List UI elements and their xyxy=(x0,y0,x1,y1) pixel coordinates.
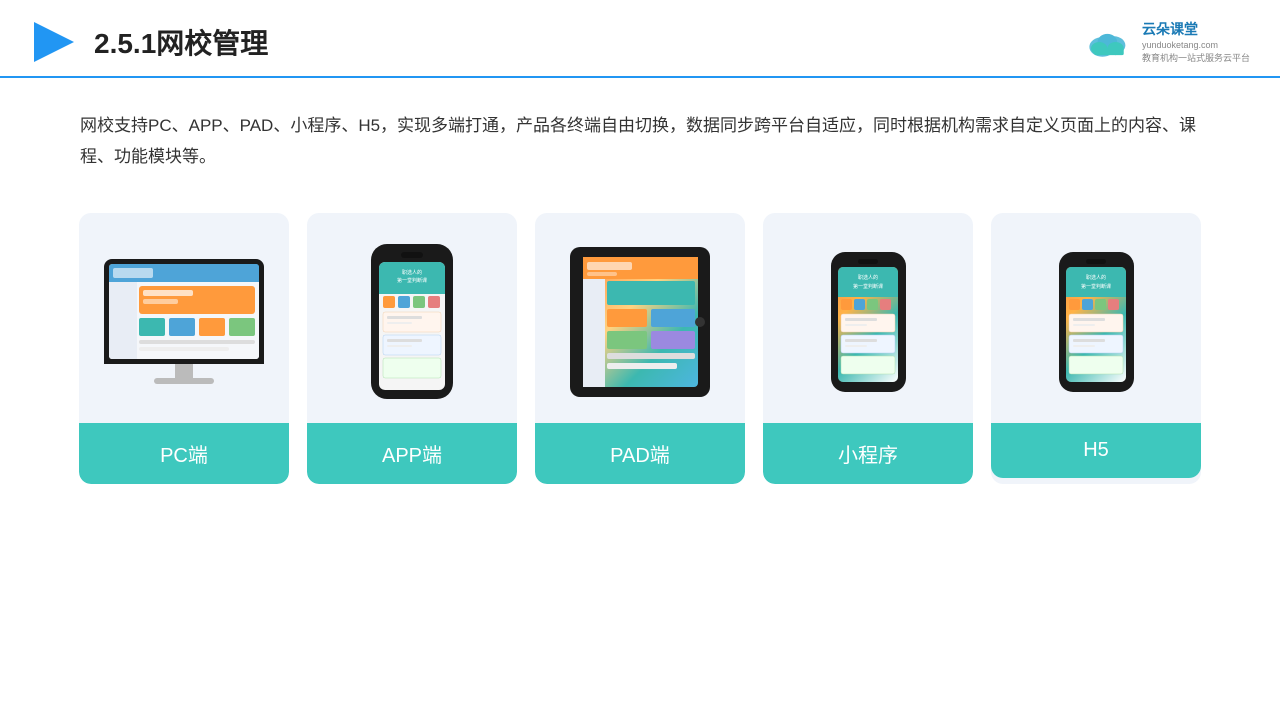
miniprogram-screen-svg: 职选人的 第一堂判断课 xyxy=(838,267,898,382)
card-h5: 职选人的 第一堂判断课 xyxy=(991,213,1201,484)
page-header: 2.5.1网校管理 云朵课堂 yunduoketang.com 教育机构一站式服… xyxy=(0,0,1280,78)
svg-text:职选人的: 职选人的 xyxy=(1086,274,1106,281)
pad-mockup xyxy=(570,247,710,397)
card-pc-image xyxy=(79,213,289,423)
pc-mockup xyxy=(104,259,264,384)
platform-cards: PC端 职选人的 第一堂判断课 xyxy=(0,193,1280,504)
miniprogram-mockup: 职选人的 第一堂判断课 xyxy=(831,252,906,392)
play-icon xyxy=(30,18,78,66)
h5-mockup: 职选人的 第一堂判断课 xyxy=(1059,252,1134,392)
card-pc: PC端 xyxy=(79,213,289,484)
svg-text:第一堂判断课: 第一堂判断课 xyxy=(1081,283,1111,290)
svg-text:第一堂判断课: 第一堂判断课 xyxy=(397,277,427,284)
card-miniprogram-label: 小程序 xyxy=(763,423,973,484)
card-pad-label: PAD端 xyxy=(535,423,745,484)
pc-screen-svg xyxy=(109,264,259,359)
description-paragraph: 网校支持PC、APP、PAD、小程序、H5，实现多端打通，产品各终端自由切换，数… xyxy=(80,110,1200,173)
logo-text: 云朵课堂 yunduoketang.com 教育机构一站式服务云平台 xyxy=(1142,20,1250,65)
svg-text:职选人的: 职选人的 xyxy=(402,269,422,276)
h5-screen-svg: 职选人的 第一堂判断课 xyxy=(1066,267,1126,382)
logo-domain: yunduoketang.com xyxy=(1142,39,1250,52)
cloud-logo-icon xyxy=(1084,24,1134,60)
card-pad-image xyxy=(535,213,745,423)
card-miniprogram: 职选人的 第一堂判断课 xyxy=(763,213,973,484)
card-pc-label: PC端 xyxy=(79,423,289,484)
card-app: 职选人的 第一堂判断课 xyxy=(307,213,517,484)
app-mockup: 职选人的 第一堂判断课 xyxy=(371,244,453,399)
description-text: 网校支持PC、APP、PAD、小程序、H5，实现多端打通，产品各终端自由切换，数… xyxy=(0,78,1280,193)
header-left: 2.5.1网校管理 xyxy=(30,18,268,66)
logo-area: 云朵课堂 yunduoketang.com 教育机构一站式服务云平台 xyxy=(1084,20,1250,65)
logo-brand-name: 云朵课堂 xyxy=(1142,20,1250,40)
card-miniprogram-image: 职选人的 第一堂判断课 xyxy=(763,213,973,423)
card-pad: PAD端 xyxy=(535,213,745,484)
svg-text:第一堂判断课: 第一堂判断课 xyxy=(853,283,883,290)
card-h5-image: 职选人的 第一堂判断课 xyxy=(991,213,1201,423)
logo-tagline: 教育机构一站式服务云平台 xyxy=(1142,52,1250,65)
card-h5-label: H5 xyxy=(991,423,1201,478)
app-screen-svg: 职选人的 第一堂判断课 xyxy=(379,262,445,390)
card-app-label: APP端 xyxy=(307,423,517,484)
page-title: 2.5.1网校管理 xyxy=(94,22,268,62)
svg-text:职选人的: 职选人的 xyxy=(858,274,878,281)
card-app-image: 职选人的 第一堂判断课 xyxy=(307,213,517,423)
pad-screen-svg xyxy=(583,257,698,387)
